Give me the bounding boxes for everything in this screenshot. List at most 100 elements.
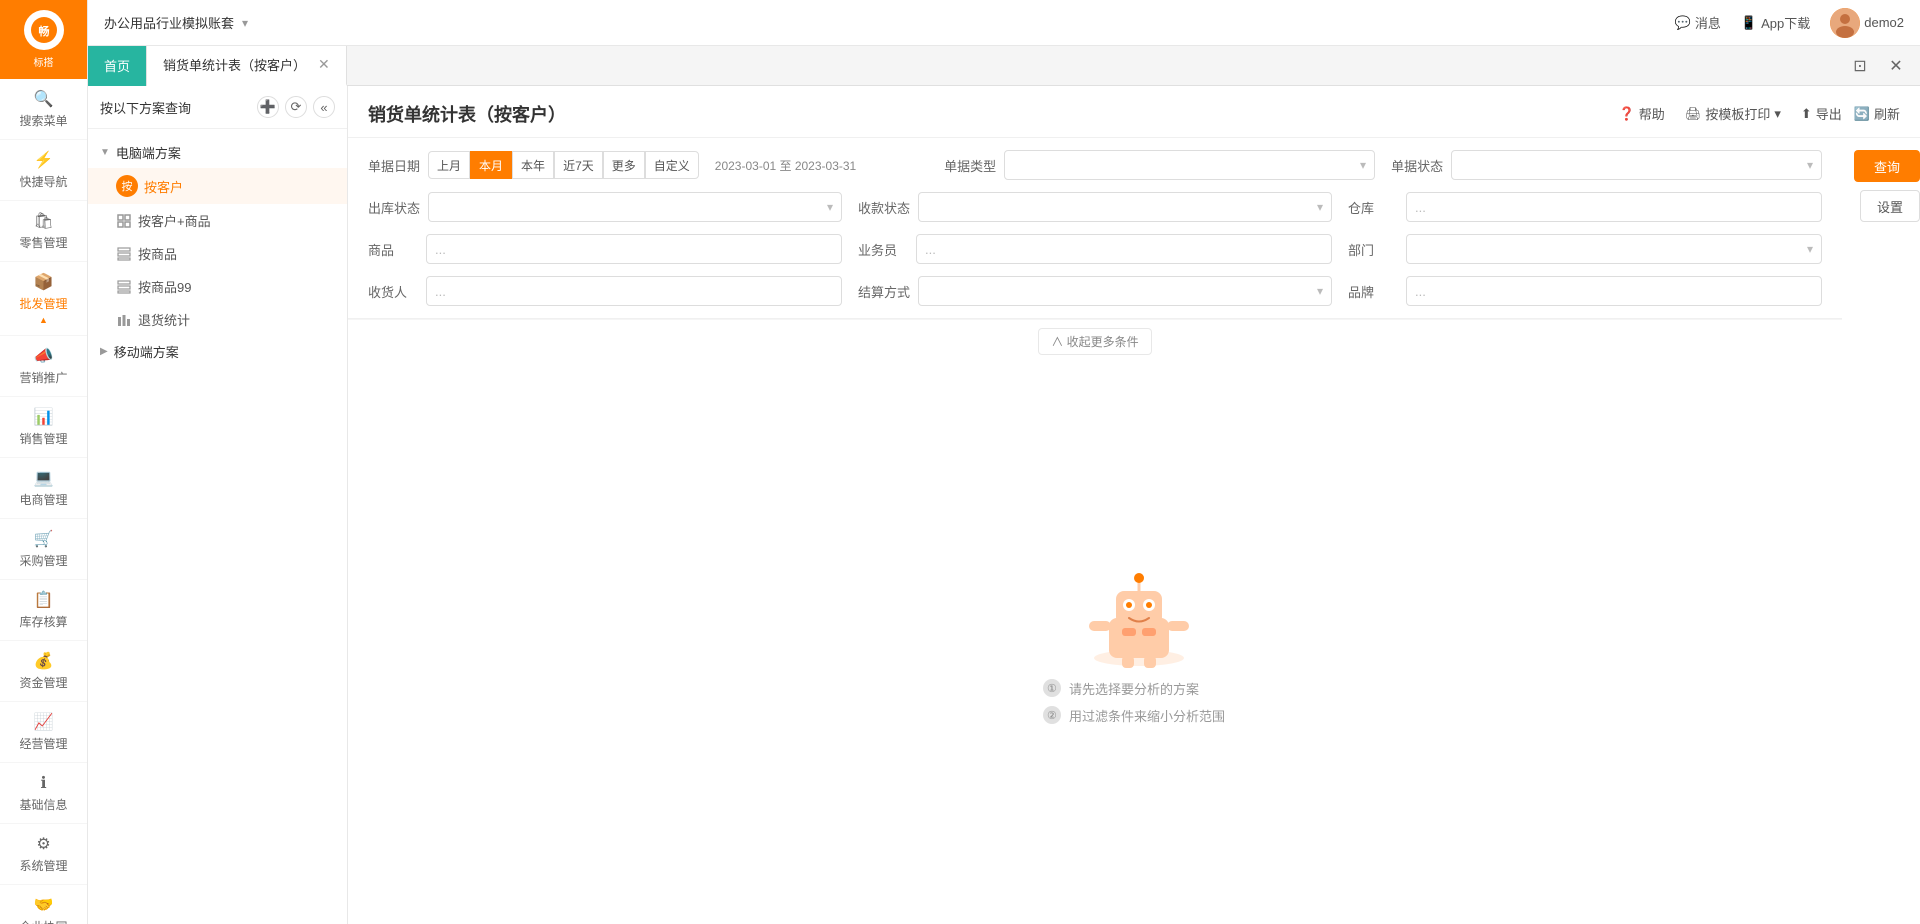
retail-icon: 🛍 bbox=[33, 211, 53, 231]
brand-placeholder: ... bbox=[1415, 284, 1426, 299]
sidebar-item-label: 采购管理 bbox=[19, 552, 67, 569]
tab-close-icon[interactable]: ✕ bbox=[318, 56, 330, 73]
sidebar-item-system[interactable]: ⚙ 系统管理 bbox=[0, 824, 87, 885]
sidebar-item-marketing[interactable]: 📣 营销推广 bbox=[0, 336, 87, 397]
payment-label: 结算方式 bbox=[858, 282, 910, 301]
system-icon: ⚙ bbox=[36, 834, 50, 854]
hint-text-2: 用过滤条件来缩小分析范围 bbox=[1069, 706, 1225, 725]
filter-salesman-item: 业务员 ... bbox=[858, 234, 1332, 264]
add-scheme-button[interactable]: ➕ bbox=[257, 96, 279, 118]
filter-actions-col: 查询 设置 bbox=[1842, 138, 1920, 363]
user-nav-item[interactable]: demo2 bbox=[1830, 8, 1904, 38]
salesman-placeholder: ... bbox=[925, 242, 936, 257]
refresh-scheme-button[interactable]: ⟳ bbox=[285, 96, 307, 118]
main-area: 办公用品行业模拟账套 ▾ 💬 消息 📱 App下载 de bbox=[88, 0, 1920, 924]
date-btn-last-month[interactable]: 上月 bbox=[428, 151, 470, 179]
export-button[interactable]: ⬆ 导出 bbox=[1801, 104, 1842, 123]
sidebar-item-finance[interactable]: 💰 资金管理 bbox=[0, 641, 87, 702]
sidebar-item-ecommerce[interactable]: 💻 电商管理 bbox=[0, 458, 87, 519]
app-dropdown-icon[interactable]: ▾ bbox=[242, 16, 248, 30]
tree-arrow-collapsed-icon: ▶ bbox=[100, 346, 108, 357]
tree-item-by-customer[interactable]: 按 按客户 bbox=[88, 168, 347, 204]
tree-item-returns[interactable]: 退货统计 bbox=[88, 303, 347, 336]
sidebar-item-retail[interactable]: 🛍 零售管理 bbox=[0, 201, 87, 262]
content-area: 按以下方案查询 ➕ ⟳ « ▼ 电脑端方案 按 按客户 bbox=[88, 86, 1920, 924]
out-status-select[interactable]: ▾ bbox=[428, 192, 842, 222]
help-label: 帮助 bbox=[1639, 104, 1665, 123]
tree-item-by-customer-goods[interactable]: 按客户+商品 bbox=[88, 204, 347, 237]
brand-select[interactable]: ... bbox=[1406, 276, 1822, 306]
department-select[interactable]: ▾ bbox=[1406, 234, 1822, 264]
recipient-placeholder: ... bbox=[435, 284, 446, 299]
collapse-more-button[interactable]: ∧ 收起更多条件 bbox=[1038, 328, 1151, 355]
print-button[interactable]: 🖨 按模板打印 ▾ bbox=[1677, 100, 1789, 127]
app-download-nav-item[interactable]: 📱 App下载 bbox=[1741, 13, 1810, 32]
sidebar-item-sales[interactable]: 📊 销售管理 bbox=[0, 397, 87, 458]
sidebar-item-business[interactable]: 📈 经营管理 bbox=[0, 702, 87, 763]
tree-item-by-goods[interactable]: 按商品 bbox=[88, 237, 347, 270]
date-range-text: 2023-03-01 至 2023-03-31 bbox=[715, 157, 856, 174]
print-icon: 🖨 bbox=[1685, 106, 1702, 122]
left-panel-actions: ➕ ⟳ « bbox=[257, 96, 335, 118]
enterprise-icon: 🤝 bbox=[34, 895, 54, 915]
tree-item-label: 按商品 bbox=[138, 244, 177, 263]
tabs-actions: ⊡ ✕ bbox=[1846, 52, 1920, 80]
page-title: 销货单统计表（按客户） bbox=[368, 101, 566, 127]
tree-group-mobile[interactable]: ▶ 移动端方案 bbox=[88, 336, 347, 367]
sidebar-item-wholesale[interactable]: 📦 批发管理 ▲ bbox=[0, 262, 87, 336]
goods-select[interactable]: ... bbox=[426, 234, 842, 264]
logo-icon: 畅 bbox=[24, 10, 64, 50]
tab-close-all-button[interactable]: ✕ bbox=[1882, 52, 1910, 80]
sidebar-item-search[interactable]: 🔍 搜索菜单 bbox=[0, 79, 87, 140]
collapse-panel-button[interactable]: « bbox=[313, 96, 335, 118]
filter-goods-item: 商品 ... bbox=[368, 234, 842, 264]
sidebar-item-quick-nav[interactable]: ⚡ 快捷导航 bbox=[0, 140, 87, 201]
message-nav-item[interactable]: 💬 消息 bbox=[1675, 13, 1721, 32]
help-button[interactable]: ❓ 帮助 bbox=[1619, 104, 1665, 123]
sidebar-item-label: 基础信息 bbox=[19, 796, 67, 813]
date-btn-last-7-days[interactable]: 近7天 bbox=[554, 151, 603, 179]
date-btn-this-year[interactable]: 本年 bbox=[512, 151, 554, 179]
tab-sales-stats[interactable]: 销货单统计表（按客户） ✕ bbox=[147, 46, 347, 86]
tab-restore-button[interactable]: ⊡ bbox=[1846, 52, 1874, 80]
sidebar-item-label: 资金管理 bbox=[19, 674, 67, 691]
recipient-select[interactable]: ... bbox=[426, 276, 842, 306]
tab-home[interactable]: 首页 bbox=[88, 46, 147, 86]
sidebar-item-inventory[interactable]: 📋 库存核算 bbox=[0, 580, 87, 641]
date-buttons-group: 上月 本月 本年 近7天 更多 自定义 bbox=[428, 151, 699, 179]
date-btn-more[interactable]: 更多 bbox=[603, 151, 645, 179]
tree-group-desktop[interactable]: ▼ 电脑端方案 bbox=[88, 137, 347, 168]
query-button[interactable]: 查询 bbox=[1854, 150, 1920, 182]
empty-hints: ① 请先选择要分析的方案 ② 用过滤条件来缩小分析范围 bbox=[1043, 679, 1225, 725]
payment-select[interactable]: ▾ bbox=[918, 276, 1332, 306]
date-label: 单据日期 bbox=[368, 156, 420, 175]
goods-placeholder: ... bbox=[435, 242, 446, 257]
filter-row-3: 商品 ... 业务员 ... bbox=[368, 234, 1822, 264]
app-name: 办公用品行业模拟账套 bbox=[104, 13, 234, 32]
pay-status-select[interactable]: ▾ bbox=[918, 192, 1332, 222]
status-select[interactable]: ▾ bbox=[1451, 150, 1822, 180]
sidebar-item-basic-info[interactable]: ℹ 基础信息 bbox=[0, 763, 87, 824]
refresh-button[interactable]: 🔄 刷新 bbox=[1854, 104, 1900, 123]
bar-chart-icon bbox=[116, 312, 132, 328]
warehouse-select[interactable]: ... bbox=[1406, 192, 1822, 222]
message-icon: 💬 bbox=[1675, 15, 1691, 31]
brand-label: 品牌 bbox=[1348, 282, 1398, 301]
grid2-icon bbox=[116, 246, 132, 262]
salesman-select[interactable]: ... bbox=[916, 234, 1332, 264]
date-btn-custom[interactable]: 自定义 bbox=[645, 151, 699, 179]
recipient-label: 收货人 bbox=[368, 282, 418, 301]
sidebar-item-label: 营销推广 bbox=[19, 369, 67, 386]
scheme-tree: ▼ 电脑端方案 按 按客户 bbox=[88, 129, 347, 924]
date-btn-this-month[interactable]: 本月 bbox=[470, 151, 512, 179]
type-select[interactable]: ▾ bbox=[1004, 150, 1375, 180]
settings-button[interactable]: 设置 bbox=[1860, 190, 1920, 222]
refresh-icon: 🔄 bbox=[1854, 106, 1870, 122]
status-chevron-icon: ▾ bbox=[1807, 158, 1813, 172]
sidebar-item-purchase[interactable]: 🛒 采购管理 bbox=[0, 519, 87, 580]
table-icon bbox=[116, 279, 132, 295]
sidebar-item-enterprise[interactable]: 🤝 企业协同 bbox=[0, 885, 87, 924]
out-status-chevron-icon: ▾ bbox=[827, 200, 833, 214]
grid-icon bbox=[116, 213, 132, 229]
tree-item-by-goods-99[interactable]: 按商品99 bbox=[88, 270, 347, 303]
